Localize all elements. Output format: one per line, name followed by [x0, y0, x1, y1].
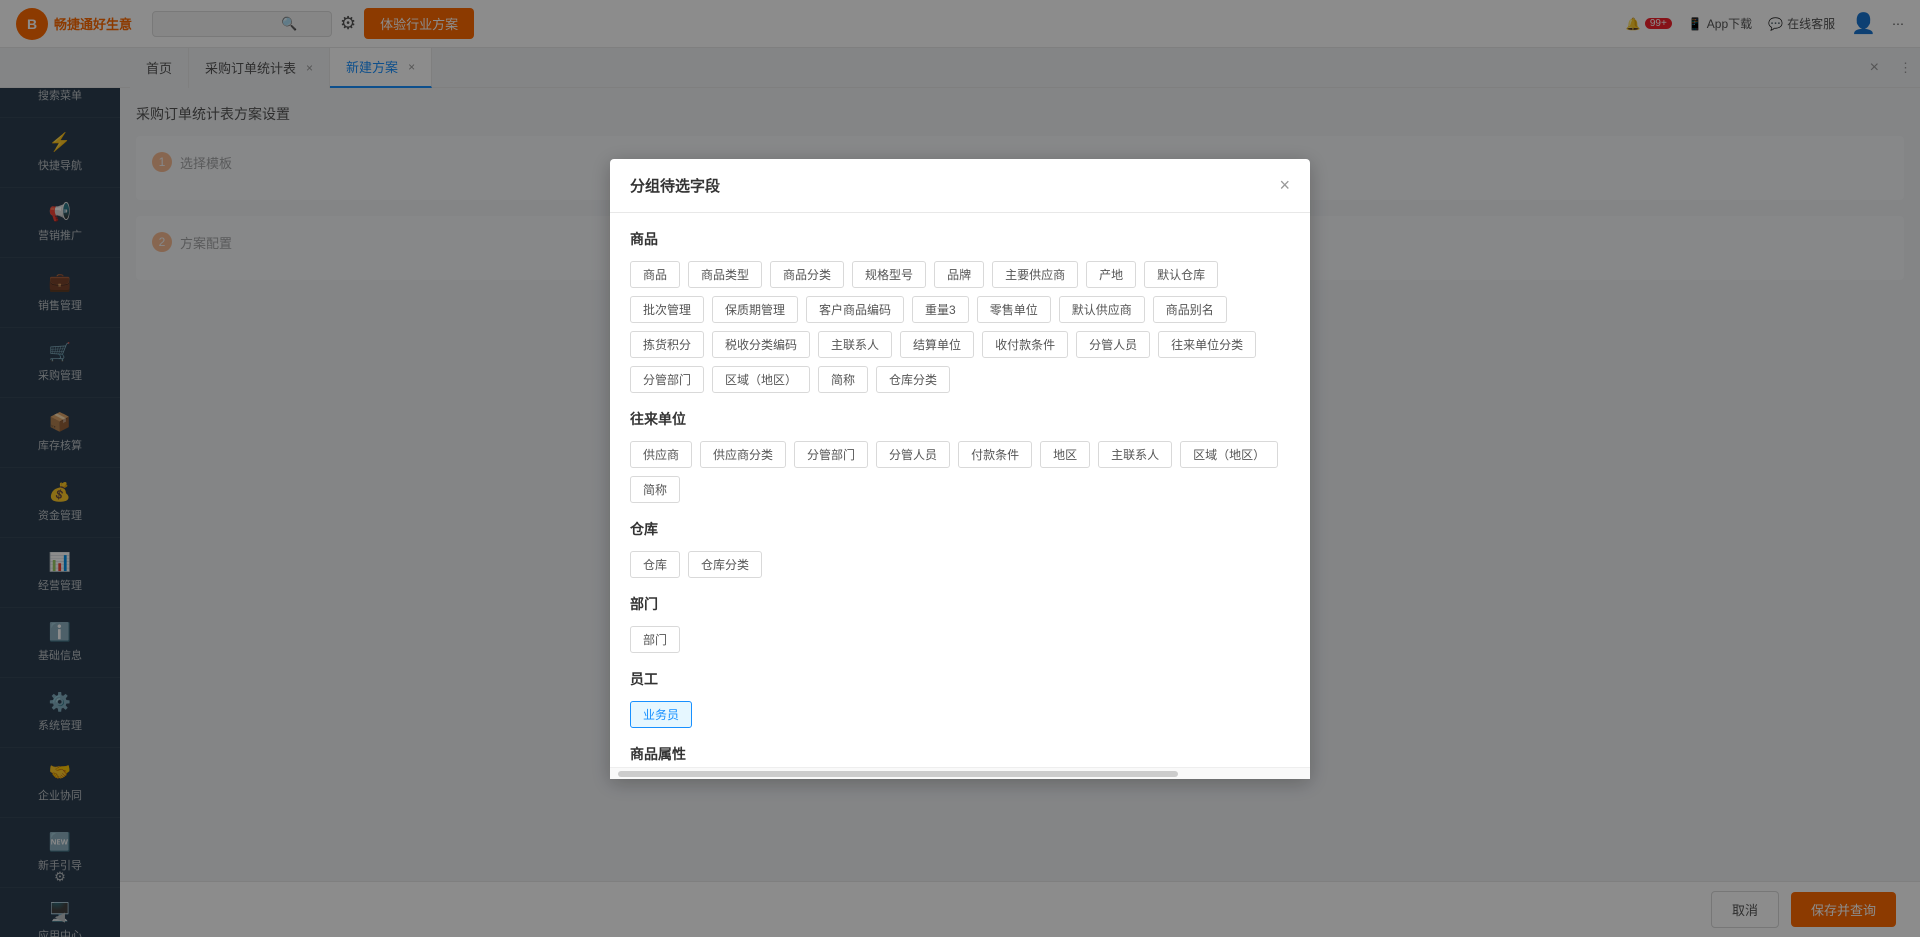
section-title-2: 仓库 — [630, 519, 1290, 539]
field-tag-0-15[interactable]: 拣货积分 — [630, 331, 704, 358]
field-tag-0-1[interactable]: 商品类型 — [688, 261, 762, 288]
field-tag-2-1[interactable]: 仓库分类 — [688, 551, 762, 578]
section-fields-2: 仓库仓库分类 — [630, 551, 1290, 578]
section-title-3: 部门 — [630, 594, 1290, 614]
field-tag-1-5[interactable]: 地区 — [1040, 441, 1090, 468]
field-select-modal: 分组待选字段 × 商品商品商品类型商品分类规格型号品牌主要供应商产地默认仓库批次… — [610, 159, 1310, 779]
field-tag-1-4[interactable]: 付款条件 — [958, 441, 1032, 468]
field-tag-0-10[interactable]: 客户商品编码 — [806, 296, 904, 323]
modal-title: 分组待选字段 — [630, 175, 720, 196]
field-tag-0-25[interactable]: 仓库分类 — [876, 366, 950, 393]
field-tag-0-17[interactable]: 主联系人 — [818, 331, 892, 358]
modal-scroll-bar — [618, 771, 1178, 777]
field-tag-1-6[interactable]: 主联系人 — [1098, 441, 1172, 468]
section-fields-0: 商品商品类型商品分类规格型号品牌主要供应商产地默认仓库批次管理保质期管理客户商品… — [630, 261, 1290, 393]
section-fields-1: 供应商供应商分类分管部门分管人员付款条件地区主联系人区域（地区） 简称 — [630, 441, 1290, 503]
field-tag-0-2[interactable]: 商品分类 — [770, 261, 844, 288]
field-tag-0-0[interactable]: 商品 — [630, 261, 680, 288]
field-tag-1-7[interactable]: 区域（地区） — [1180, 441, 1278, 468]
field-tag-0-19[interactable]: 收付款条件 — [982, 331, 1068, 358]
field-tag-0-18[interactable]: 结算单位 — [900, 331, 974, 358]
field-tag-0-4[interactable]: 品牌 — [934, 261, 984, 288]
field-tag-0-12[interactable]: 零售单位 — [977, 296, 1051, 323]
modal-close-btn[interactable]: × — [1279, 176, 1290, 194]
section-title-4: 员工 — [630, 669, 1290, 689]
field-tag-0-16[interactable]: 税收分类编码 — [712, 331, 810, 358]
field-tag-1-8[interactable]: 简称 — [630, 476, 680, 503]
modal-overlay: 分组待选字段 × 商品商品商品类型商品分类规格型号品牌主要供应商产地默认仓库批次… — [0, 0, 1920, 937]
field-tag-0-8[interactable]: 批次管理 — [630, 296, 704, 323]
field-tag-0-23[interactable]: 区域（地区） — [712, 366, 810, 393]
field-tag-4-0[interactable]: 业务员 — [630, 701, 692, 728]
field-tag-1-3[interactable]: 分管人员 — [876, 441, 950, 468]
modal-header: 分组待选字段 × — [610, 159, 1310, 213]
field-tag-1-1[interactable]: 供应商分类 — [700, 441, 786, 468]
field-tag-0-7[interactable]: 默认仓库 — [1144, 261, 1218, 288]
modal-body: 商品商品商品类型商品分类规格型号品牌主要供应商产地默认仓库批次管理保质期管理客户… — [610, 213, 1310, 767]
field-tag-2-0[interactable]: 仓库 — [630, 551, 680, 578]
section-fields-4: 业务员 — [630, 701, 1290, 728]
field-tag-3-0[interactable]: 部门 — [630, 626, 680, 653]
field-tag-0-11[interactable]: 重量3 — [912, 296, 969, 323]
field-tag-0-14[interactable]: 商品别名 — [1153, 296, 1227, 323]
section-title-1: 往来单位 — [630, 409, 1290, 429]
section-fields-3: 部门 — [630, 626, 1290, 653]
field-tag-0-5[interactable]: 主要供应商 — [992, 261, 1078, 288]
field-tag-0-13[interactable]: 默认供应商 — [1059, 296, 1145, 323]
section-title-0: 商品 — [630, 229, 1290, 249]
field-tag-1-0[interactable]: 供应商 — [630, 441, 692, 468]
field-tag-0-22[interactable]: 分管部门 — [630, 366, 704, 393]
field-tag-0-3[interactable]: 规格型号 — [852, 261, 926, 288]
field-tag-1-2[interactable]: 分管部门 — [794, 441, 868, 468]
field-tag-0-20[interactable]: 分管人员 — [1076, 331, 1150, 358]
modal-scroll-area — [610, 767, 1310, 779]
field-tag-0-6[interactable]: 产地 — [1086, 261, 1136, 288]
field-tag-0-9[interactable]: 保质期管理 — [712, 296, 798, 323]
field-tag-0-21[interactable]: 往来单位分类 — [1158, 331, 1256, 358]
field-tag-0-24[interactable]: 简称 — [818, 366, 868, 393]
section-title-5: 商品属性 — [630, 744, 1290, 764]
